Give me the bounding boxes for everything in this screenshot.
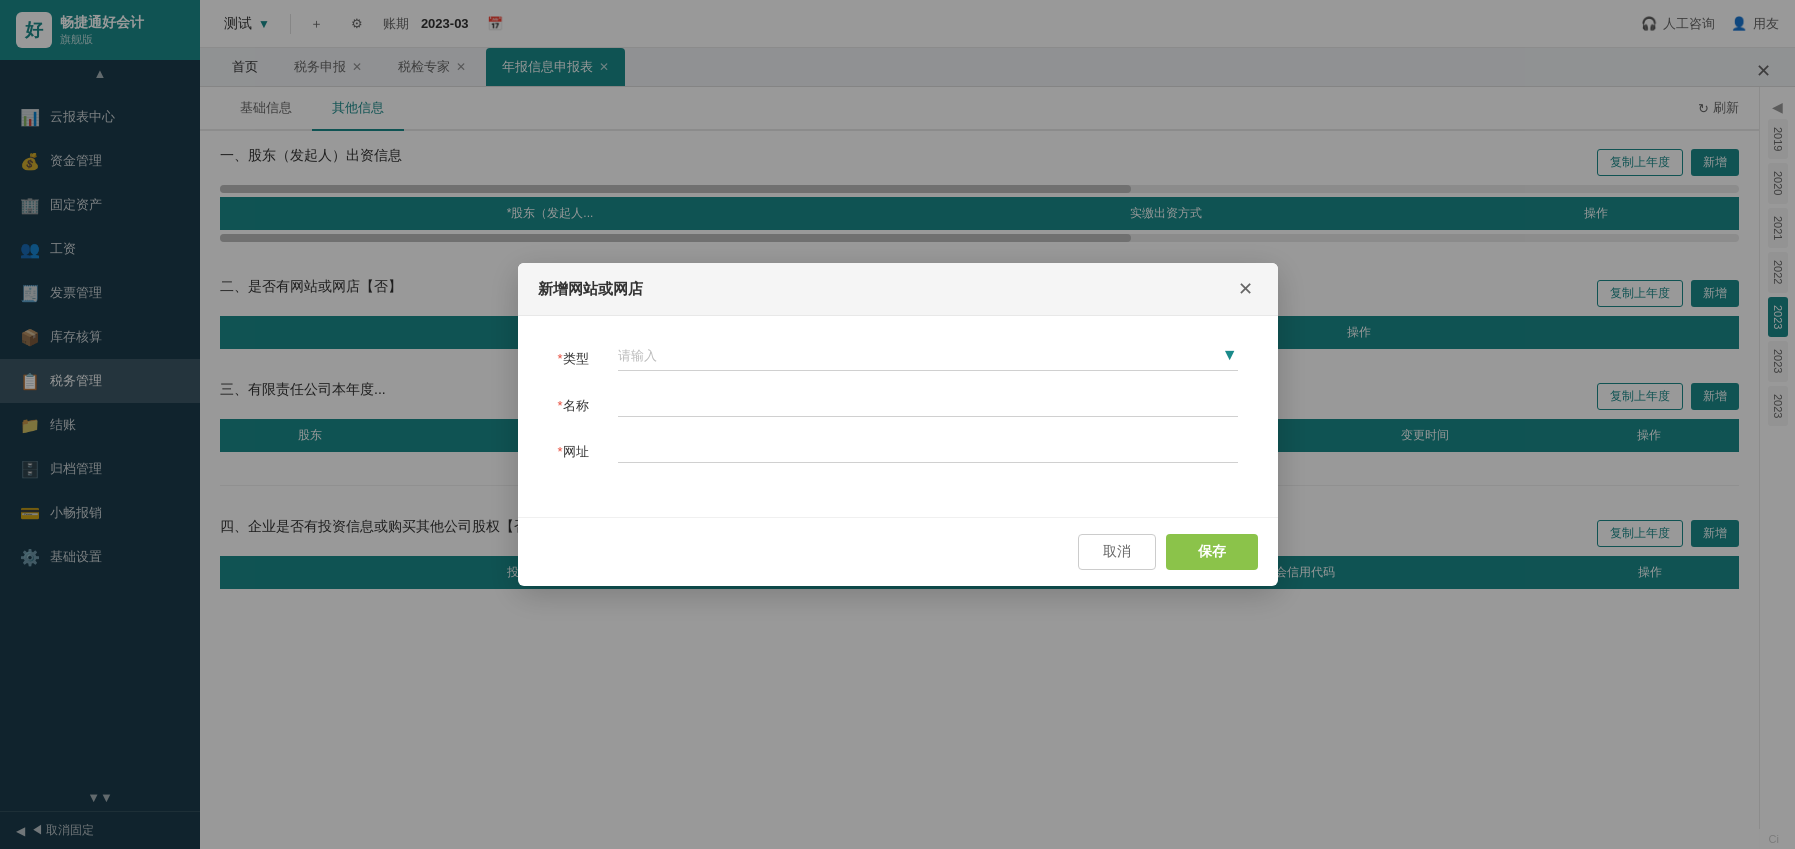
url-label: *网址 <box>558 443 618 461</box>
url-input-wrapper <box>618 441 1238 463</box>
modal-title: 新增网站或网店 <box>538 280 643 299</box>
url-required-mark: * <box>558 444 563 459</box>
type-required-mark: * <box>558 351 563 366</box>
modal-overlay: 新增网站或网店 ✕ *类型 ▼ *名称 <box>0 0 1795 849</box>
name-required-mark: * <box>558 398 563 413</box>
cancel-button[interactable]: 取消 <box>1078 534 1156 570</box>
url-input[interactable] <box>618 441 1238 456</box>
save-button[interactable]: 保存 <box>1166 534 1258 570</box>
form-field-url: *网址 <box>558 441 1238 463</box>
modal-footer: 取消 保存 <box>518 517 1278 586</box>
name-input[interactable] <box>618 395 1238 410</box>
name-input-wrapper <box>618 395 1238 417</box>
modal-header: 新增网站或网店 ✕ <box>518 263 1278 316</box>
type-input-wrapper: ▼ <box>618 346 1238 371</box>
form-field-type: *类型 ▼ <box>558 346 1238 371</box>
modal-body: *类型 ▼ *名称 *网址 <box>518 316 1278 517</box>
name-label: *名称 <box>558 397 618 415</box>
form-field-name: *名称 <box>558 395 1238 417</box>
type-dropdown-icon[interactable]: ▼ <box>1222 346 1238 364</box>
type-label: *类型 <box>558 350 618 368</box>
add-website-modal: 新增网站或网店 ✕ *类型 ▼ *名称 <box>518 263 1278 586</box>
type-input[interactable] <box>618 348 1222 363</box>
modal-close-button[interactable]: ✕ <box>1234 277 1258 301</box>
